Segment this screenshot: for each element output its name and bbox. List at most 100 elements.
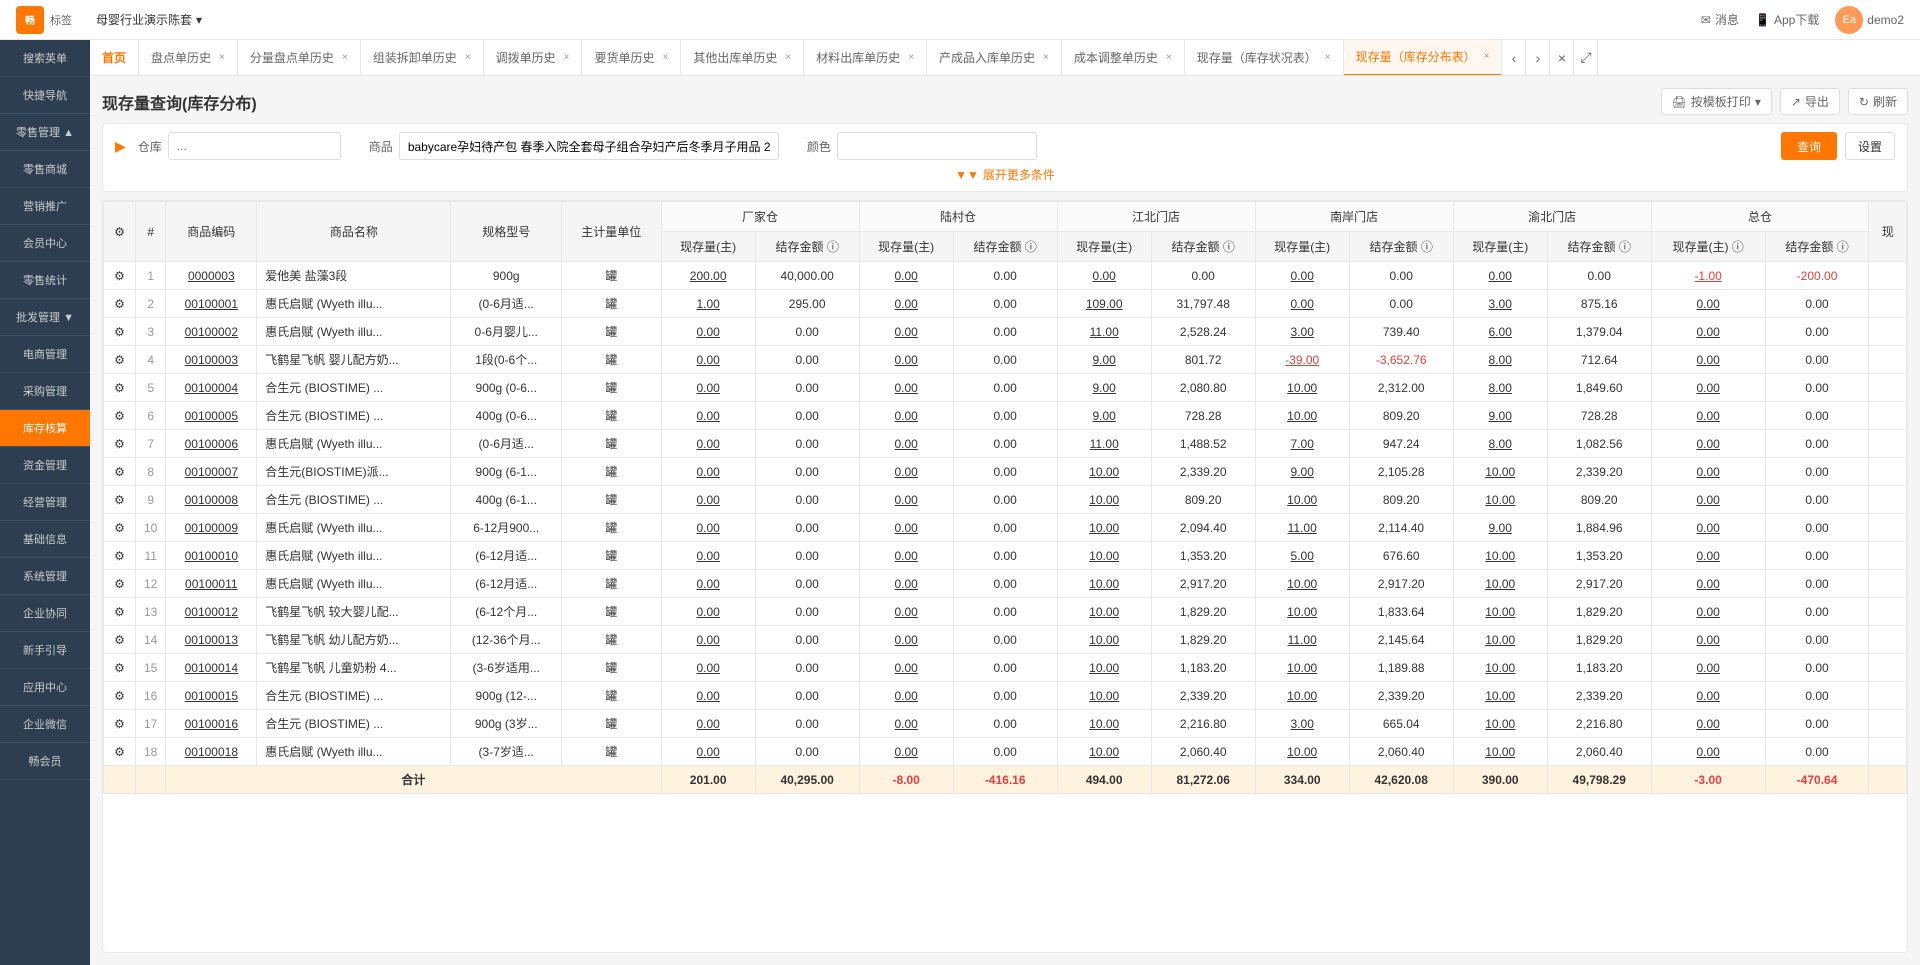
cell-yubei-qty[interactable]: 8.00 — [1453, 346, 1547, 374]
cell-code[interactable]: 00100013 — [166, 626, 257, 654]
cell-total-qty[interactable]: 0.00 — [1651, 374, 1765, 402]
cell-lucun-qty[interactable]: 0.00 — [859, 626, 953, 654]
sidebar-item-inventory[interactable]: 库存核算 — [0, 410, 90, 447]
cell-changjia-qty[interactable]: 0.00 — [661, 486, 755, 514]
cell-total-qty[interactable]: 0.00 — [1651, 514, 1765, 542]
cell-changjia-qty[interactable]: 0.00 — [661, 458, 755, 486]
cell-nanan-qty[interactable]: 10.00 — [1255, 570, 1349, 598]
cell-total-qty[interactable]: 0.00 — [1651, 570, 1765, 598]
cell-code[interactable]: 00100012 — [166, 598, 257, 626]
app-download-btn[interactable]: 📱 App下载 — [1755, 11, 1819, 28]
tab-sub-stock-history[interactable]: 分量盘点单历史× — [238, 40, 361, 76]
cell-jiangbei-qty[interactable]: 10.00 — [1057, 486, 1151, 514]
cell-jiangbei-qty[interactable]: 10.00 — [1057, 458, 1151, 486]
cell-nanan-qty[interactable]: 10.00 — [1255, 654, 1349, 682]
cell-code[interactable]: 00100007 — [166, 458, 257, 486]
cell-jiangbei-qty[interactable]: 9.00 — [1057, 402, 1151, 430]
cell-nanan-qty[interactable]: 3.00 — [1255, 710, 1349, 738]
cell-code[interactable]: 00100002 — [166, 318, 257, 346]
cell-code[interactable]: 00100011 — [166, 570, 257, 598]
cell-lucun-qty[interactable]: 0.00 — [859, 318, 953, 346]
message-btn[interactable]: ✉ 消息 — [1701, 11, 1739, 28]
cell-yubei-qty[interactable]: 10.00 — [1453, 598, 1547, 626]
filter-toggle-icon[interactable]: ▶ — [115, 138, 126, 155]
cell-code[interactable]: 00100006 — [166, 430, 257, 458]
tab-product-in-history[interactable]: 产成品入库单历史× — [927, 40, 1062, 76]
cell-gear[interactable]: ⚙ — [104, 486, 136, 514]
cell-gear[interactable]: ⚙ — [104, 318, 136, 346]
cell-gear[interactable]: ⚙ — [104, 346, 136, 374]
sidebar-item-retail-shop[interactable]: 零售商城 — [0, 151, 90, 188]
cell-gear[interactable]: ⚙ — [104, 374, 136, 402]
cell-changjia-qty[interactable]: 0.00 — [661, 570, 755, 598]
cell-changjia-qty[interactable]: 0.00 — [661, 374, 755, 402]
sidebar-item-collab[interactable]: 企业协同 — [0, 595, 90, 632]
close-icon[interactable]: × — [1484, 51, 1490, 62]
cell-nanan-qty[interactable]: 10.00 — [1255, 402, 1349, 430]
cell-nanan-qty[interactable]: 0.00 — [1255, 290, 1349, 318]
cell-changjia-qty[interactable]: 1.00 — [661, 290, 755, 318]
tab-other-out-history[interactable]: 其他出库单历史× — [681, 40, 804, 76]
print-btn[interactable]: 🖨 按模板打印 ▾ — [1661, 88, 1772, 115]
cell-changjia-qty[interactable]: 0.00 — [661, 598, 755, 626]
cell-lucun-qty[interactable]: 0.00 — [859, 738, 953, 766]
sidebar-item-wholesale[interactable]: 批发管理 ▼ — [0, 299, 90, 336]
cell-lucun-qty[interactable]: 0.00 — [859, 458, 953, 486]
sidebar-item-operation[interactable]: 经营管理 — [0, 484, 90, 521]
sidebar-item-system[interactable]: 系统管理 — [0, 558, 90, 595]
cell-lucun-qty[interactable]: 0.00 — [859, 570, 953, 598]
cell-changjia-qty[interactable]: 0.00 — [661, 514, 755, 542]
cell-yubei-qty[interactable]: 3.00 — [1453, 290, 1547, 318]
sidebar-item-retail-mgmt[interactable]: 零售管理 ▲ — [0, 114, 90, 151]
cell-jiangbei-qty[interactable]: 11.00 — [1057, 318, 1151, 346]
cell-lucun-qty[interactable]: 0.00 — [859, 654, 953, 682]
cell-lucun-qty[interactable]: 0.00 — [859, 598, 953, 626]
cell-nanan-qty[interactable]: -39.00 — [1255, 346, 1349, 374]
cell-total-qty[interactable]: -1.00 — [1651, 262, 1765, 290]
cell-gear[interactable]: ⚙ — [104, 402, 136, 430]
cell-changjia-qty[interactable]: 0.00 — [661, 542, 755, 570]
cell-code[interactable]: 0000003 — [166, 262, 257, 290]
cell-yubei-qty[interactable]: 10.00 — [1453, 570, 1547, 598]
cell-total-qty[interactable]: 0.00 — [1651, 290, 1765, 318]
cell-total-qty[interactable]: 0.00 — [1651, 430, 1765, 458]
sidebar-item-basic-info[interactable]: 基础信息 — [0, 521, 90, 558]
cell-total-qty[interactable]: 0.00 — [1651, 598, 1765, 626]
cell-nanan-qty[interactable]: 10.00 — [1255, 598, 1349, 626]
cell-gear[interactable]: ⚙ — [104, 458, 136, 486]
cell-gear[interactable]: ⚙ — [104, 626, 136, 654]
warehouse-input[interactable] — [168, 132, 341, 160]
cell-lucun-qty[interactable]: 0.00 — [859, 374, 953, 402]
tab-material-out-history[interactable]: 材料出库单历史× — [804, 40, 927, 76]
cell-yubei-qty[interactable]: 10.00 — [1453, 486, 1547, 514]
cell-gear[interactable]: ⚙ — [104, 738, 136, 766]
sidebar-item-retail-stats[interactable]: 零售统计 — [0, 262, 90, 299]
cell-total-qty[interactable]: 0.00 — [1651, 318, 1765, 346]
cell-yubei-qty[interactable]: 10.00 — [1453, 654, 1547, 682]
cell-gear[interactable]: ⚙ — [104, 290, 136, 318]
cell-nanan-qty[interactable]: 7.00 — [1255, 430, 1349, 458]
cell-lucun-qty[interactable]: 0.00 — [859, 542, 953, 570]
cell-nanan-qty[interactable]: 10.00 — [1255, 374, 1349, 402]
tab-cost-adjust-history[interactable]: 成本调整单历史× — [1062, 40, 1185, 76]
goods-input[interactable] — [399, 132, 779, 160]
filter-expand-btn[interactable]: ▼▼ 展开更多条件 — [115, 166, 1895, 183]
cell-nanan-qty[interactable]: 10.00 — [1255, 682, 1349, 710]
cell-changjia-qty[interactable]: 0.00 — [661, 318, 755, 346]
cell-nanan-qty[interactable]: 0.00 — [1255, 262, 1349, 290]
cell-nanan-qty[interactable]: 9.00 — [1255, 458, 1349, 486]
cell-lucun-qty[interactable]: 0.00 — [859, 402, 953, 430]
tab-assembly-history[interactable]: 组装拆卸单历史× — [361, 40, 484, 76]
cell-code[interactable]: 00100014 — [166, 654, 257, 682]
cell-code[interactable]: 00100003 — [166, 346, 257, 374]
nav-close-btn[interactable]: × — [1550, 40, 1574, 76]
cell-nanan-qty[interactable]: 11.00 — [1255, 626, 1349, 654]
cell-nanan-qty[interactable]: 3.00 — [1255, 318, 1349, 346]
cell-yubei-qty[interactable]: 0.00 — [1453, 262, 1547, 290]
cell-code[interactable]: 00100001 — [166, 290, 257, 318]
cell-yubei-qty[interactable]: 8.00 — [1453, 430, 1547, 458]
user-area[interactable]: Ea demo2 — [1835, 6, 1904, 34]
cell-jiangbei-qty[interactable]: 10.00 — [1057, 570, 1151, 598]
sidebar-item-member-plus[interactable]: 畅会员 — [0, 743, 90, 780]
nav-next-btn[interactable]: › — [1526, 40, 1550, 76]
